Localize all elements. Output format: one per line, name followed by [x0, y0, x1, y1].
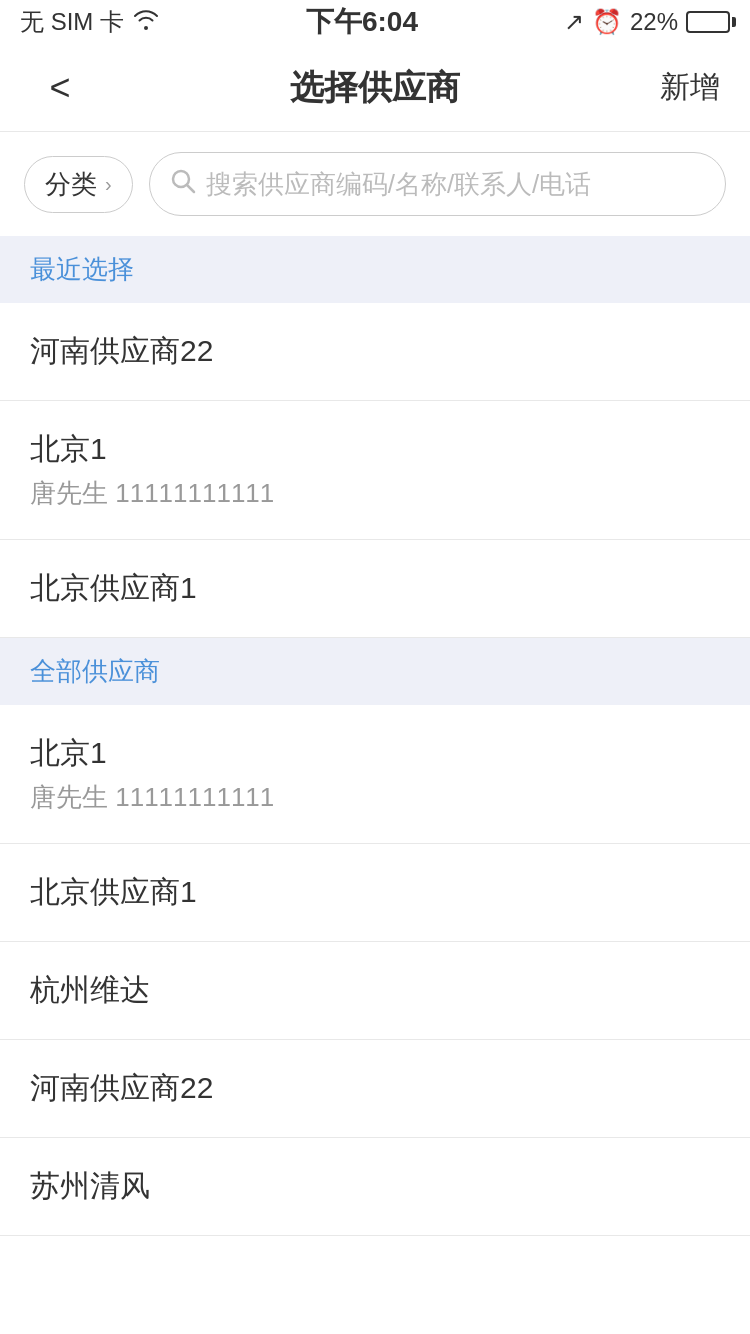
item-name: 北京1 [30, 429, 720, 470]
list-item[interactable]: 北京1 唐先生 11111111111 [0, 705, 750, 844]
item-name: 杭州维达 [30, 970, 720, 1011]
recent-section-header: 最近选择 [0, 236, 750, 303]
all-items-list: 北京1 唐先生 11111111111 北京供应商1 杭州维达 河南供应商22 … [0, 705, 750, 1236]
search-bar[interactable]: 搜索供应商编码/名称/联系人/电话 [149, 152, 726, 216]
item-name: 河南供应商22 [30, 331, 720, 372]
wifi-icon [132, 8, 160, 36]
filter-row: 分类 › 搜索供应商编码/名称/联系人/电话 [0, 132, 750, 236]
list-item[interactable]: 北京1 唐先生 11111111111 [0, 401, 750, 540]
list-item[interactable]: 苏州清风 [0, 1138, 750, 1236]
item-name: 河南供应商22 [30, 1068, 720, 1109]
item-sub: 唐先生 11111111111 [30, 476, 720, 511]
status-bar: 无 SIM 卡 下午6:04 ↗ ⏰ 22% [0, 0, 750, 44]
list-item[interactable]: 河南供应商22 [0, 1040, 750, 1138]
all-section-header: 全部供应商 [0, 638, 750, 705]
svg-line-1 [187, 185, 194, 192]
list-item[interactable]: 北京供应商1 [0, 540, 750, 638]
search-icon [170, 168, 196, 201]
recent-section-label: 最近选择 [30, 254, 134, 284]
item-name: 北京1 [30, 733, 720, 774]
status-right: ↗ ⏰ 22% [564, 8, 730, 36]
status-left: 无 SIM 卡 [20, 6, 160, 38]
battery-percentage: 22% [630, 8, 678, 36]
category-filter-button[interactable]: 分类 › [24, 156, 133, 213]
chevron-right-icon: › [105, 173, 112, 196]
status-time: 下午6:04 [306, 3, 418, 41]
no-sim-text: 无 SIM 卡 [20, 6, 124, 38]
item-name: 苏州清风 [30, 1166, 720, 1207]
add-button[interactable]: 新增 [660, 67, 720, 108]
list-item[interactable]: 杭州维达 [0, 942, 750, 1040]
battery-icon [686, 11, 730, 33]
page-title: 选择供应商 [290, 65, 460, 111]
search-placeholder-text: 搜索供应商编码/名称/联系人/电话 [206, 167, 592, 202]
alarm-icon: ⏰ [592, 8, 622, 36]
nav-bar: < 选择供应商 新增 [0, 44, 750, 132]
list-item[interactable]: 北京供应商1 [0, 844, 750, 942]
back-button[interactable]: < [30, 67, 90, 109]
location-icon: ↗ [564, 8, 584, 36]
category-label: 分类 [45, 167, 97, 202]
item-sub: 唐先生 11111111111 [30, 780, 720, 815]
item-name: 北京供应商1 [30, 568, 720, 609]
item-name: 北京供应商1 [30, 872, 720, 913]
list-item[interactable]: 河南供应商22 [0, 303, 750, 401]
all-section-label: 全部供应商 [30, 656, 160, 686]
recent-items-list: 河南供应商22 北京1 唐先生 11111111111 北京供应商1 [0, 303, 750, 638]
